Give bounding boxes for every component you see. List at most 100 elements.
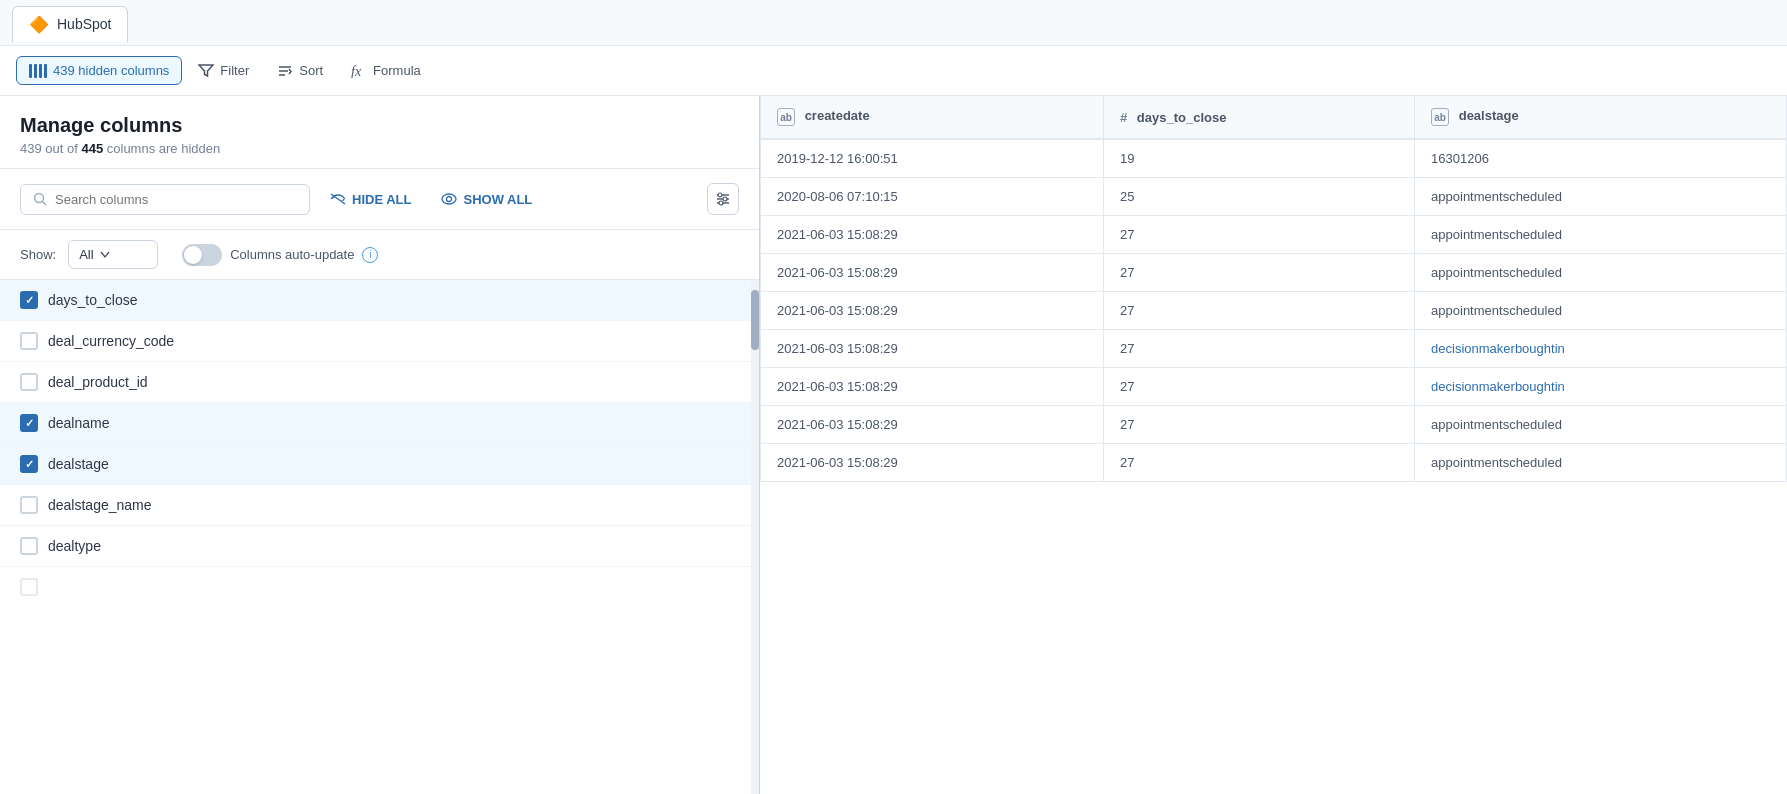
filter-label: Filter xyxy=(220,63,249,78)
column-header-days_to_close[interactable]: # days_to_close xyxy=(1103,96,1414,139)
cell-createdate: 2021-06-03 15:08:29 xyxy=(761,406,1104,444)
cell-createdate: 2021-06-03 15:08:29 xyxy=(761,444,1104,482)
cell-days_to_close: 27 xyxy=(1103,330,1414,368)
list-item[interactable]: deal_product_id xyxy=(0,362,759,403)
table-row: 2020-08-06 07:10:1525appointmentschedule… xyxy=(761,178,1787,216)
sort-button[interactable]: Sort xyxy=(265,57,335,84)
formula-button[interactable]: fx Formula xyxy=(339,57,433,84)
column-list: days_to_close deal_currency_code deal_pr… xyxy=(0,280,759,794)
cell-dealstage: appointmentscheduled xyxy=(1415,178,1787,216)
cell-days_to_close: 27 xyxy=(1103,368,1414,406)
main-layout: Manage columns 439 out of 445 columns ar… xyxy=(0,96,1787,794)
table-row: 2021-06-03 15:08:2927 decisionmakerbought… xyxy=(761,330,1787,368)
cell-days_to_close: 27 xyxy=(1103,406,1414,444)
column-checkbox-partial[interactable] xyxy=(20,578,38,596)
table-row: 2021-06-03 15:08:2927appointmentschedule… xyxy=(761,216,1787,254)
svg-point-16 xyxy=(723,197,727,201)
list-item[interactable]: dealtype xyxy=(0,526,759,567)
column-settings-button[interactable] xyxy=(707,183,739,215)
toggle-knob xyxy=(184,246,202,264)
column-checkbox-deal_currency_code[interactable] xyxy=(20,332,38,350)
hide-icon xyxy=(330,193,346,205)
cell-createdate: 2021-06-03 15:08:29 xyxy=(761,368,1104,406)
search-input[interactable] xyxy=(55,192,297,207)
col-header-label: dealstage xyxy=(1459,108,1519,123)
columns-icon xyxy=(29,64,47,78)
formula-icon: fx xyxy=(351,64,367,78)
col-type-hash-icon: # xyxy=(1120,110,1127,125)
col-header-label: days_to_close xyxy=(1137,110,1227,125)
cell-dealstage[interactable]: decisionmakerboughtin xyxy=(1415,330,1787,368)
col-header-label: createdate xyxy=(805,108,870,123)
table-header-row: ab createdate # days_to_close ab dealsta… xyxy=(761,96,1787,139)
cell-createdate: 2021-06-03 15:08:29 xyxy=(761,254,1104,292)
column-checkbox-days_to_close[interactable] xyxy=(20,291,38,309)
show-filter-select[interactable]: All xyxy=(68,240,158,269)
column-name: dealname xyxy=(48,415,110,431)
cell-dealstage: appointmentscheduled xyxy=(1415,406,1787,444)
dealstage-link[interactable]: decisionmakerboughtin xyxy=(1431,341,1565,356)
show-all-label: SHOW ALL xyxy=(463,192,532,207)
column-name: dealstage xyxy=(48,456,109,472)
settings-icon xyxy=(715,191,731,207)
data-table: ab createdate # days_to_close ab dealsta… xyxy=(760,96,1787,482)
column-checkbox-dealtype[interactable] xyxy=(20,537,38,555)
cell-days_to_close: 27 xyxy=(1103,216,1414,254)
svg-point-8 xyxy=(35,194,44,203)
hubspot-tab[interactable]: 🔶 HubSpot xyxy=(12,6,128,42)
dealstage-link[interactable]: decisionmakerboughtin xyxy=(1431,379,1565,394)
column-header-createdate[interactable]: ab createdate xyxy=(761,96,1104,139)
formula-label: Formula xyxy=(373,63,421,78)
sort-icon xyxy=(277,64,293,78)
column-checkbox-dealstage_name[interactable] xyxy=(20,496,38,514)
toggle-container: Columns auto-update i xyxy=(182,244,378,266)
cell-dealstage: 16301206 xyxy=(1415,139,1787,178)
cell-days_to_close: 27 xyxy=(1103,292,1414,330)
chevron-down-icon xyxy=(100,251,110,259)
list-item[interactable]: dealstage xyxy=(0,444,759,485)
tab-label: HubSpot xyxy=(57,16,111,32)
scrollbar-thumb[interactable] xyxy=(751,290,759,350)
cell-createdate: 2021-06-03 15:08:29 xyxy=(761,330,1104,368)
table-row: 2021-06-03 15:08:2927appointmentschedule… xyxy=(761,406,1787,444)
cell-dealstage: appointmentscheduled xyxy=(1415,216,1787,254)
table-row: 2021-06-03 15:08:2927appointmentschedule… xyxy=(761,254,1787,292)
table-row: 2019-12-12 16:00:511916301206 xyxy=(761,139,1787,178)
svg-rect-1 xyxy=(34,64,37,78)
svg-point-10 xyxy=(442,194,456,204)
column-checkbox-dealname[interactable] xyxy=(20,414,38,432)
hide-all-label: HIDE ALL xyxy=(352,192,411,207)
column-checkbox-deal_product_id[interactable] xyxy=(20,373,38,391)
filter-button[interactable]: Filter xyxy=(186,57,261,84)
cell-days_to_close: 27 xyxy=(1103,254,1414,292)
table-row: 2021-06-03 15:08:2927 decisionmakerbought… xyxy=(761,368,1787,406)
column-checkbox-dealstage[interactable] xyxy=(20,455,38,473)
list-item[interactable]: dealname xyxy=(0,403,759,444)
cell-days_to_close: 25 xyxy=(1103,178,1414,216)
svg-point-17 xyxy=(719,201,723,205)
show-all-button[interactable]: SHOW ALL xyxy=(431,186,542,213)
subtitle-suffix: columns are hidden xyxy=(103,141,220,156)
auto-update-toggle[interactable] xyxy=(182,244,222,266)
list-item[interactable]: days_to_close xyxy=(0,280,759,321)
cell-dealstage[interactable]: decisionmakerboughtin xyxy=(1415,368,1787,406)
svg-text:fx: fx xyxy=(351,64,362,78)
search-icon xyxy=(33,192,47,206)
list-item[interactable] xyxy=(0,567,759,607)
info-icon[interactable]: i xyxy=(362,247,378,263)
hidden-columns-button[interactable]: 439 hidden columns xyxy=(16,56,182,85)
cell-createdate: 2021-06-03 15:08:29 xyxy=(761,292,1104,330)
list-item[interactable]: deal_currency_code xyxy=(0,321,759,362)
hidden-columns-label: 439 hidden columns xyxy=(53,63,169,78)
scrollbar-track[interactable] xyxy=(751,280,759,794)
col-type-ab-icon: ab xyxy=(777,108,795,126)
hide-all-button[interactable]: HIDE ALL xyxy=(320,186,421,213)
column-header-dealstage[interactable]: ab dealstage xyxy=(1415,96,1787,139)
list-item[interactable]: dealstage_name xyxy=(0,485,759,526)
cell-dealstage: appointmentscheduled xyxy=(1415,254,1787,292)
cell-createdate: 2021-06-03 15:08:29 xyxy=(761,216,1104,254)
filter-icon xyxy=(198,64,214,78)
subtitle-prefix: 439 out of xyxy=(20,141,81,156)
search-box[interactable] xyxy=(20,184,310,215)
cell-dealstage: appointmentscheduled xyxy=(1415,444,1787,482)
